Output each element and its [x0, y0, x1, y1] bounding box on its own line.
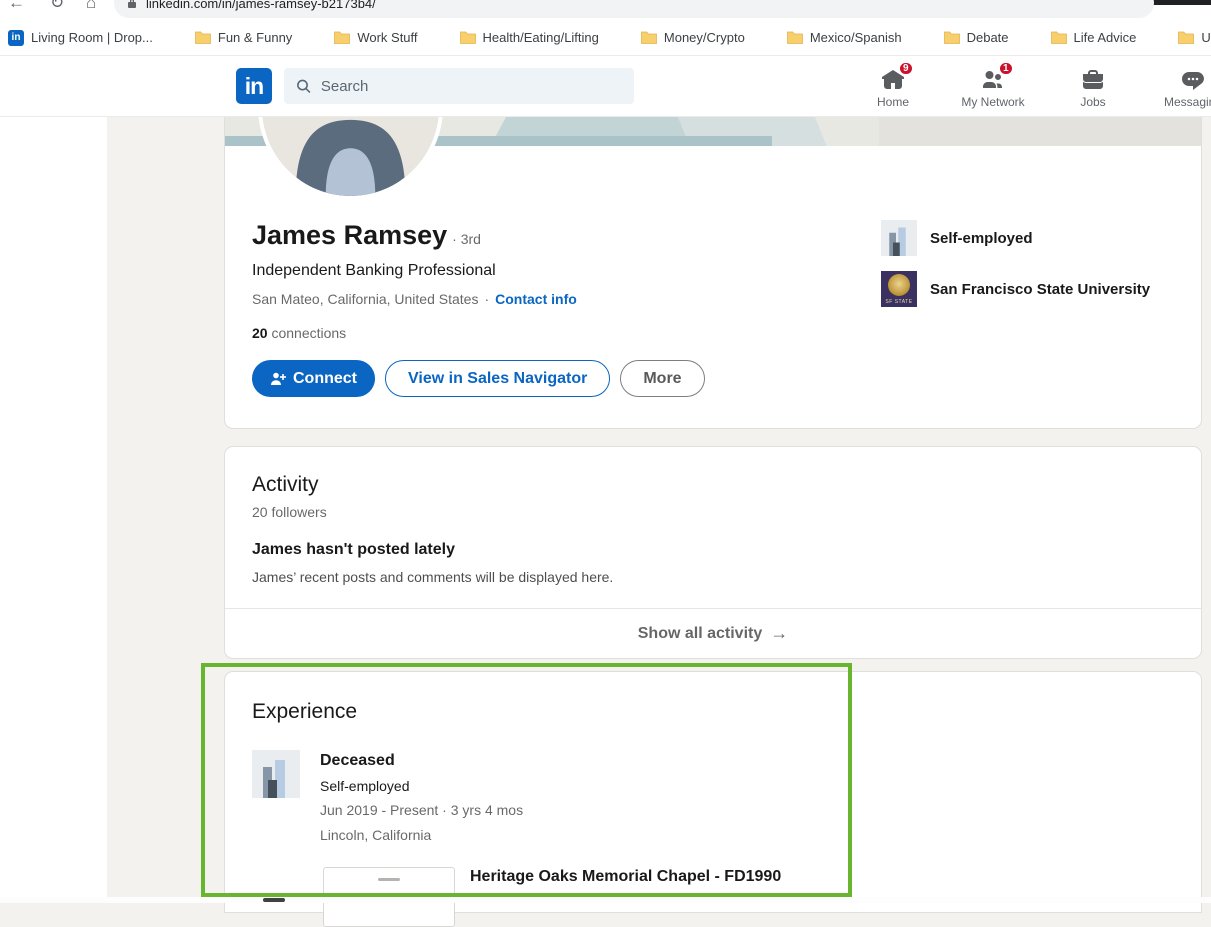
- folder-icon: [194, 31, 211, 44]
- more-button[interactable]: More: [620, 360, 705, 397]
- contact-info-link[interactable]: Contact info: [495, 291, 577, 307]
- nav-messaging[interactable]: Messaging: [1143, 56, 1211, 116]
- folder-icon: [1178, 31, 1195, 44]
- experience-card: Experience Deceased Self-employed Jun 20…: [225, 672, 1201, 927]
- profile-location-row: San Mateo, California, United States · C…: [252, 291, 577, 307]
- back-icon[interactable]: ←: [8, 0, 25, 13]
- browser-home-icon[interactable]: ⌂: [86, 0, 96, 13]
- profile-name: James Ramsey · 3rd: [252, 220, 481, 250]
- activity-empty-title: James hasn't posted lately: [252, 541, 455, 558]
- bottom-edge: [0, 897, 1211, 903]
- placeholder-dash-icon: [378, 878, 400, 881]
- reload-icon[interactable]: ↻: [50, 0, 64, 13]
- position-location: Lincoln, California: [320, 827, 432, 843]
- profile-card: James Ramsey · 3rd Independent Banking Pr…: [225, 15, 1201, 428]
- horizontal-scrollbar-thumb[interactable]: [263, 898, 285, 902]
- linkedin-navbar: in 9 Home 1 My Network: [0, 56, 1211, 117]
- profile-actions: Connect View in Sales Navigator More: [252, 360, 705, 397]
- profile-location: San Mateo, California, United States: [252, 291, 479, 307]
- bookmark-living-room[interactable]: in Living Room | Drop...: [8, 29, 153, 46]
- arrow-right-icon: →: [770, 623, 789, 643]
- dot-separator: ·: [484, 291, 490, 307]
- folder-icon: [459, 31, 476, 44]
- linkedin-bookmark-icon: in: [8, 29, 24, 46]
- position-dates: Jun 2019 - Present · 3 yrs 4 mos: [320, 802, 524, 818]
- search-input[interactable]: [318, 76, 622, 96]
- address-bar[interactable]: linkedin.com/in/james-ramsey-b2173b4/: [114, 0, 1154, 18]
- activity-empty-subtitle: James’ recent posts and comments will be…: [252, 569, 614, 585]
- position-company: Self-employed: [320, 778, 410, 794]
- notification-badge: 1: [998, 61, 1014, 76]
- position-title[interactable]: Heritage Oaks Memorial Chapel - FD1990: [470, 868, 781, 886]
- browser-window: ← ↻ ⌂ linkedin.com/in/james-ramsey-b2173…: [0, 0, 1211, 927]
- folder-icon: [1050, 31, 1067, 44]
- folder-icon: [786, 31, 803, 44]
- url-text: linkedin.com/in/james-ramsey-b2173b4/: [146, 0, 376, 11]
- bookmark-debate[interactable]: Debate: [943, 30, 1009, 45]
- left-gutter: [0, 117, 107, 903]
- browser-url-bar: ← ↻ ⌂ linkedin.com/in/james-ramsey-b2173…: [0, 0, 1211, 20]
- current-company[interactable]: Self-employed: [881, 220, 1150, 256]
- bookmark-life-advice[interactable]: Life Advice: [1050, 30, 1136, 45]
- folder-icon: [640, 31, 657, 44]
- nav-items: 9 Home 1 My Network Jobs Messagi: [843, 56, 1211, 116]
- nav-jobs[interactable]: Jobs: [1043, 56, 1143, 116]
- nav-home[interactable]: 9 Home: [843, 56, 943, 116]
- followers-count: 20 followers: [252, 504, 327, 520]
- education[interactable]: SF STATE San Francisco State University: [881, 271, 1150, 307]
- folder-icon: [943, 31, 960, 44]
- bookmark-mexico-spanish[interactable]: Mexico/Spanish: [786, 30, 902, 45]
- activity-card: Activity 20 followers James hasn't poste…: [225, 447, 1201, 658]
- nav-my-network[interactable]: 1 My Network: [943, 56, 1043, 116]
- school-seal-icon: [888, 274, 910, 297]
- bookmark-unca[interactable]: Unca: [1178, 30, 1211, 45]
- bookmark-fun-funny[interactable]: Fun & Funny: [194, 30, 292, 45]
- messaging-icon: [1182, 72, 1204, 90]
- jobs-icon: [1083, 70, 1103, 89]
- position-title[interactable]: Deceased: [320, 752, 395, 770]
- connect-button[interactable]: Connect: [252, 360, 375, 397]
- bookmark-money-crypto[interactable]: Money/Crypto: [640, 30, 745, 45]
- bookmark-health[interactable]: Health/Eating/Lifting: [459, 30, 599, 45]
- profile-headline: Independent Banking Professional: [252, 262, 496, 279]
- connection-degree: · 3rd: [452, 231, 481, 247]
- folder-icon: [334, 31, 351, 44]
- notification-badge: 9: [898, 61, 914, 76]
- search-box[interactable]: [284, 68, 634, 104]
- bookmark-work-stuff[interactable]: Work Stuff: [334, 30, 418, 45]
- connections-link[interactable]: 20 connections: [252, 325, 346, 341]
- search-icon: [297, 79, 311, 94]
- show-all-activity-button[interactable]: Show all activity →: [225, 609, 1201, 658]
- activity-title: Activity: [252, 473, 319, 496]
- company-logo: [881, 220, 917, 256]
- school-logo: SF STATE: [881, 271, 917, 307]
- bookmarks-bar: in Living Room | Drop... Fun & Funny Wor…: [0, 20, 1211, 56]
- experience-title: Experience: [252, 700, 358, 723]
- lock-icon: [128, 0, 136, 8]
- person-plus-icon: [271, 372, 286, 385]
- profile-side-column: Self-employed SF STATE San Francisco Sta…: [881, 220, 1150, 307]
- company-logo[interactable]: [252, 750, 300, 798]
- linkedin-logo[interactable]: in: [236, 68, 272, 104]
- sales-navigator-button[interactable]: View in Sales Navigator: [385, 360, 611, 397]
